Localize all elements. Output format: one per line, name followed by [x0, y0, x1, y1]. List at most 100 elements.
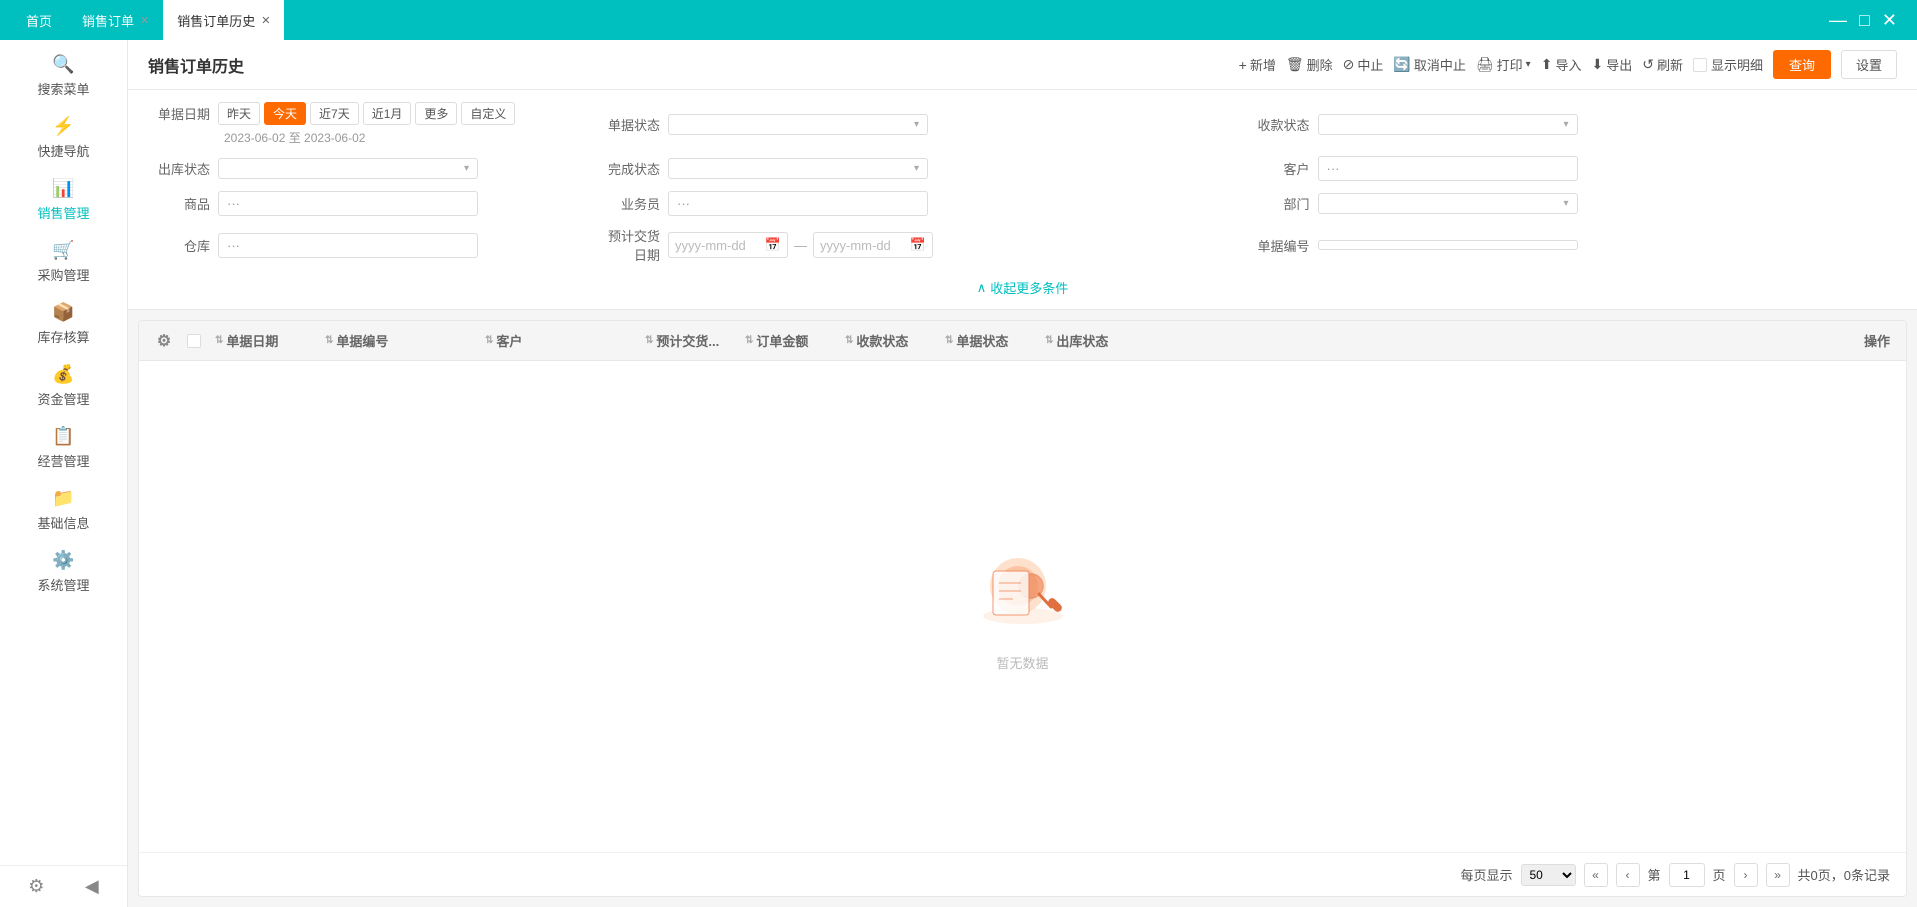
cancel-stop-button[interactable]: 🔄 取消中止 [1393, 55, 1465, 74]
th-out-status: ⇅ 出库状态 [1039, 331, 1139, 350]
delivery-date-label: 预计交货日期 [598, 226, 668, 264]
goods-picker[interactable]: ··· [218, 191, 478, 216]
show-detail-checkbox[interactable] [1693, 58, 1707, 72]
maximize-icon[interactable]: □ [1859, 10, 1870, 31]
first-page-btn[interactable]: « [1584, 863, 1608, 887]
main-layout: 🔍 搜索菜单 ⚡ 快捷导航 📊 销售管理 🛒 采购管理 📦 库存核算 💰 资金管… [0, 40, 1917, 907]
new-icon: + [1239, 57, 1247, 73]
sort-num-icon[interactable]: ⇅ [325, 335, 333, 346]
query-button[interactable]: 查询 [1773, 50, 1831, 79]
sidebar-item-quick-nav[interactable]: ⚡ 快捷导航 [0, 106, 127, 168]
purchase-mgmt-icon: 🛒 [52, 240, 74, 261]
new-button[interactable]: + 新增 [1239, 55, 1276, 74]
next-page-btn[interactable]: › [1734, 863, 1758, 887]
sidebar-item-inventory[interactable]: 📦 库存核算 [0, 292, 127, 354]
show-detail-control[interactable]: 显示明细 [1693, 55, 1763, 74]
filter-row-3: 商品 ··· 业务员 ··· 部门 ▾ [148, 191, 1897, 216]
delete-button[interactable]: 🗑 删除 [1286, 55, 1333, 74]
th-delivery: ⇅ 预计交货... [639, 331, 739, 350]
sort-out-status-icon[interactable]: ⇅ [1045, 335, 1053, 346]
sort-date-icon[interactable]: ⇅ [215, 335, 223, 346]
out-status-arrow-icon: ▾ [464, 163, 469, 174]
sidebar-item-operations[interactable]: 📋 经营管理 [0, 416, 127, 478]
sort-delivery-icon[interactable]: ⇅ [645, 335, 653, 346]
select-all-checkbox[interactable] [187, 334, 201, 348]
tab-sales-order-history-close[interactable]: ✕ [261, 14, 270, 27]
delivery-date-start[interactable]: yyyy-mm-dd 📅 [668, 232, 788, 258]
sort-amount-icon[interactable]: ⇅ [745, 335, 753, 346]
th-settings[interactable]: ⚙ [149, 331, 179, 351]
refresh-button[interactable]: ↺ 刷新 [1642, 55, 1683, 74]
tab-sales-order[interactable]: 销售订单 ✕ [68, 0, 163, 40]
tab-sales-order-history[interactable]: 销售订单历史 ✕ [163, 0, 284, 40]
complete-status-select[interactable]: ▾ [668, 158, 928, 179]
th-pay-status: ⇅ 收款状态 [839, 331, 939, 350]
th-date: ⇅ 单据日期 [209, 331, 319, 350]
sidebar-item-purchase-mgmt[interactable]: 🛒 采购管理 [0, 230, 127, 292]
tab-sales-order-close[interactable]: ✕ [140, 14, 149, 27]
warehouse-picker[interactable]: ··· [218, 233, 478, 258]
collapse-sidebar-icon[interactable]: ◀ [85, 876, 99, 897]
sort-pay-status-icon[interactable]: ⇅ [845, 335, 853, 346]
import-button[interactable]: ⬆ 导入 [1541, 55, 1582, 74]
page-unit: 页 [1713, 865, 1726, 884]
page-title: 销售订单历史 [148, 53, 1239, 77]
customer-picker[interactable]: ··· [1318, 156, 1578, 181]
sort-customer-icon[interactable]: ⇅ [485, 335, 493, 346]
top-bar: 首页 销售订单 ✕ 销售订单历史 ✕ — □ ✕ [0, 0, 1917, 40]
per-page-select[interactable]: 50 20 100 [1521, 864, 1576, 886]
sidebar-item-sales-mgmt[interactable]: 📊 销售管理 [0, 168, 127, 230]
today-btn[interactable]: 今天 [264, 102, 306, 125]
print-button[interactable]: 🖨 打印 ▾ [1476, 55, 1531, 74]
export-button[interactable]: ⬇ 导出 [1591, 55, 1632, 74]
total-info: 共0页，0条记录 [1798, 865, 1890, 884]
inventory-icon: 📦 [52, 302, 74, 323]
search-menu-icon: 🔍 [52, 54, 74, 75]
sort-bill-status-icon[interactable]: ⇅ [945, 335, 953, 346]
complete-status-label: 完成状态 [598, 159, 668, 178]
yesterday-btn[interactable]: 昨天 [218, 102, 260, 125]
print-arrow-icon: ▾ [1526, 59, 1531, 70]
collapse-more-conditions[interactable]: ∧ 收起更多条件 [148, 274, 1897, 301]
sidebar-item-finance[interactable]: 💰 资金管理 [0, 354, 127, 416]
bill-status-select[interactable]: ▾ [668, 114, 928, 135]
dept-arrow-icon: ▾ [1563, 198, 1568, 209]
delivery-date-end[interactable]: yyyy-mm-dd 📅 [813, 232, 933, 258]
salesman-label: 业务员 [598, 194, 668, 213]
goods-dots-icon: ··· [227, 196, 240, 211]
close-icon[interactable]: ✕ [1882, 10, 1897, 31]
sidebar-item-sys-mgmt[interactable]: ⚙️ 系统管理 [0, 540, 127, 602]
filter-row-4: 仓库 ··· 预计交货日期 yyyy-mm-dd 📅 — yyyy [148, 226, 1897, 264]
out-status-select[interactable]: ▾ [218, 158, 478, 179]
tab-home[interactable]: 首页 [10, 0, 68, 40]
page-number-input[interactable] [1669, 863, 1705, 887]
collapse-icon: ∧ [977, 280, 987, 296]
bill-num-input[interactable] [1318, 240, 1578, 250]
more-btn[interactable]: 更多 [415, 102, 457, 125]
stop-button[interactable]: ⊘ 中止 [1343, 55, 1384, 74]
minimize-icon[interactable]: — [1829, 10, 1847, 31]
delete-icon: 🗑 [1286, 56, 1304, 73]
last1month-btn[interactable]: 近1月 [363, 102, 412, 125]
sidebar-item-basic-info[interactable]: 📁 基础信息 [0, 478, 127, 540]
prev-page-btn[interactable]: ‹ [1616, 863, 1640, 887]
bill-status-arrow-icon: ▾ [914, 119, 919, 130]
bill-num-label: 单据编号 [1248, 236, 1318, 255]
goods-label: 商品 [148, 194, 218, 213]
dept-select[interactable]: ▾ [1318, 193, 1578, 214]
sidebar-item-search-menu[interactable]: 🔍 搜索菜单 [0, 44, 127, 106]
salesman-picker[interactable]: ··· [668, 191, 928, 216]
settings-bottom-icon[interactable]: ⚙ [28, 876, 44, 897]
th-checkbox[interactable] [179, 334, 209, 348]
custom-btn[interactable]: 自定义 [461, 102, 515, 125]
warehouse-label: 仓库 [148, 236, 218, 255]
date-label: 单据日期 [148, 104, 218, 123]
th-num: ⇅ 单据编号 [319, 331, 479, 350]
sales-mgmt-icon: 📊 [52, 178, 74, 199]
pay-status-select[interactable]: ▾ [1318, 114, 1578, 135]
setting-button[interactable]: 设置 [1841, 50, 1897, 79]
filter-panel: 单据日期 昨天 今天 近7天 近1月 更多 自定义 2023-06-02 至 2… [128, 90, 1917, 310]
operations-icon: 📋 [52, 426, 74, 447]
last7days-btn[interactable]: 近7天 [310, 102, 359, 125]
last-page-btn[interactable]: » [1766, 863, 1790, 887]
